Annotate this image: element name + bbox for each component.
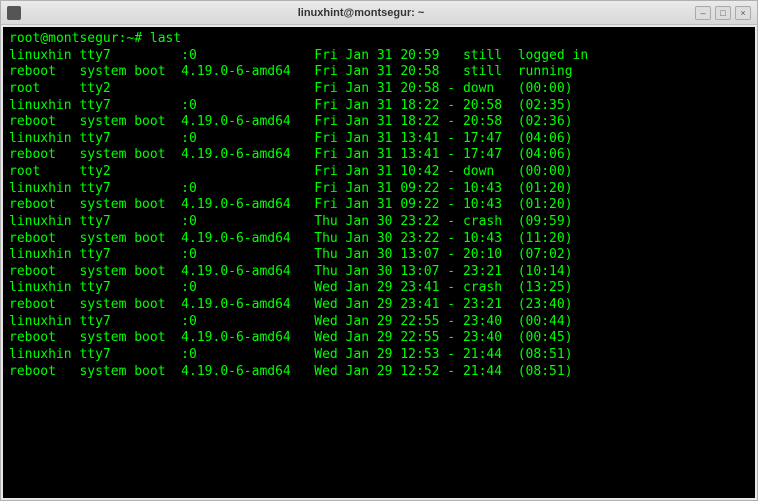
output-row: reboot system boot 4.19.0-6-amd64 Wed Ja…	[9, 297, 749, 314]
terminal-viewport[interactable]: root@montsegur:~# lastlinuxhin tty7 :0 F…	[3, 27, 755, 498]
terminal-app-icon	[7, 6, 21, 20]
close-button[interactable]: ×	[735, 6, 751, 20]
window-controls: – □ ×	[695, 6, 751, 20]
output-row: reboot system boot 4.19.0-6-amd64 Thu Ja…	[9, 231, 749, 248]
output-row: linuxhin tty7 :0 Thu Jan 30 23:22 - cras…	[9, 214, 749, 231]
output-row: reboot system boot 4.19.0-6-amd64 Fri Ja…	[9, 147, 749, 164]
output-row: linuxhin tty7 :0 Fri Jan 31 13:41 - 17:4…	[9, 131, 749, 148]
shell-prompt: root@montsegur:~#	[9, 31, 150, 46]
output-row: linuxhin tty7 :0 Thu Jan 30 13:07 - 20:1…	[9, 247, 749, 264]
output-row: linuxhin tty7 :0 Wed Jan 29 12:53 - 21:4…	[9, 347, 749, 364]
prompt-line: root@montsegur:~# last	[9, 31, 749, 48]
titlebar[interactable]: linuxhint@montsegur: ~ – □ ×	[1, 1, 757, 25]
output-row: linuxhin tty7 :0 Fri Jan 31 09:22 - 10:4…	[9, 181, 749, 198]
command-text: last	[150, 31, 181, 46]
output-row: linuxhin tty7 :0 Fri Jan 31 20:59 still …	[9, 48, 749, 65]
output-row: root tty2 Fri Jan 31 10:42 - down (00:00…	[9, 164, 749, 181]
output-row: linuxhin tty7 :0 Fri Jan 31 18:22 - 20:5…	[9, 98, 749, 115]
window-title: linuxhint@montsegur: ~	[27, 7, 695, 19]
output-row: linuxhin tty7 :0 Wed Jan 29 22:55 - 23:4…	[9, 314, 749, 331]
output-row: reboot system boot 4.19.0-6-amd64 Fri Ja…	[9, 114, 749, 131]
output-row: reboot system boot 4.19.0-6-amd64 Wed Ja…	[9, 364, 749, 381]
output-row: reboot system boot 4.19.0-6-amd64 Thu Ja…	[9, 264, 749, 281]
maximize-button[interactable]: □	[715, 6, 731, 20]
terminal-window: linuxhint@montsegur: ~ – □ × root@montse…	[0, 0, 758, 501]
minimize-button[interactable]: –	[695, 6, 711, 20]
output-row: root tty2 Fri Jan 31 20:58 - down (00:00…	[9, 81, 749, 98]
output-row: reboot system boot 4.19.0-6-amd64 Fri Ja…	[9, 197, 749, 214]
output-row: reboot system boot 4.19.0-6-amd64 Fri Ja…	[9, 64, 749, 81]
output-row: reboot system boot 4.19.0-6-amd64 Wed Ja…	[9, 330, 749, 347]
output-row: linuxhin tty7 :0 Wed Jan 29 23:41 - cras…	[9, 280, 749, 297]
